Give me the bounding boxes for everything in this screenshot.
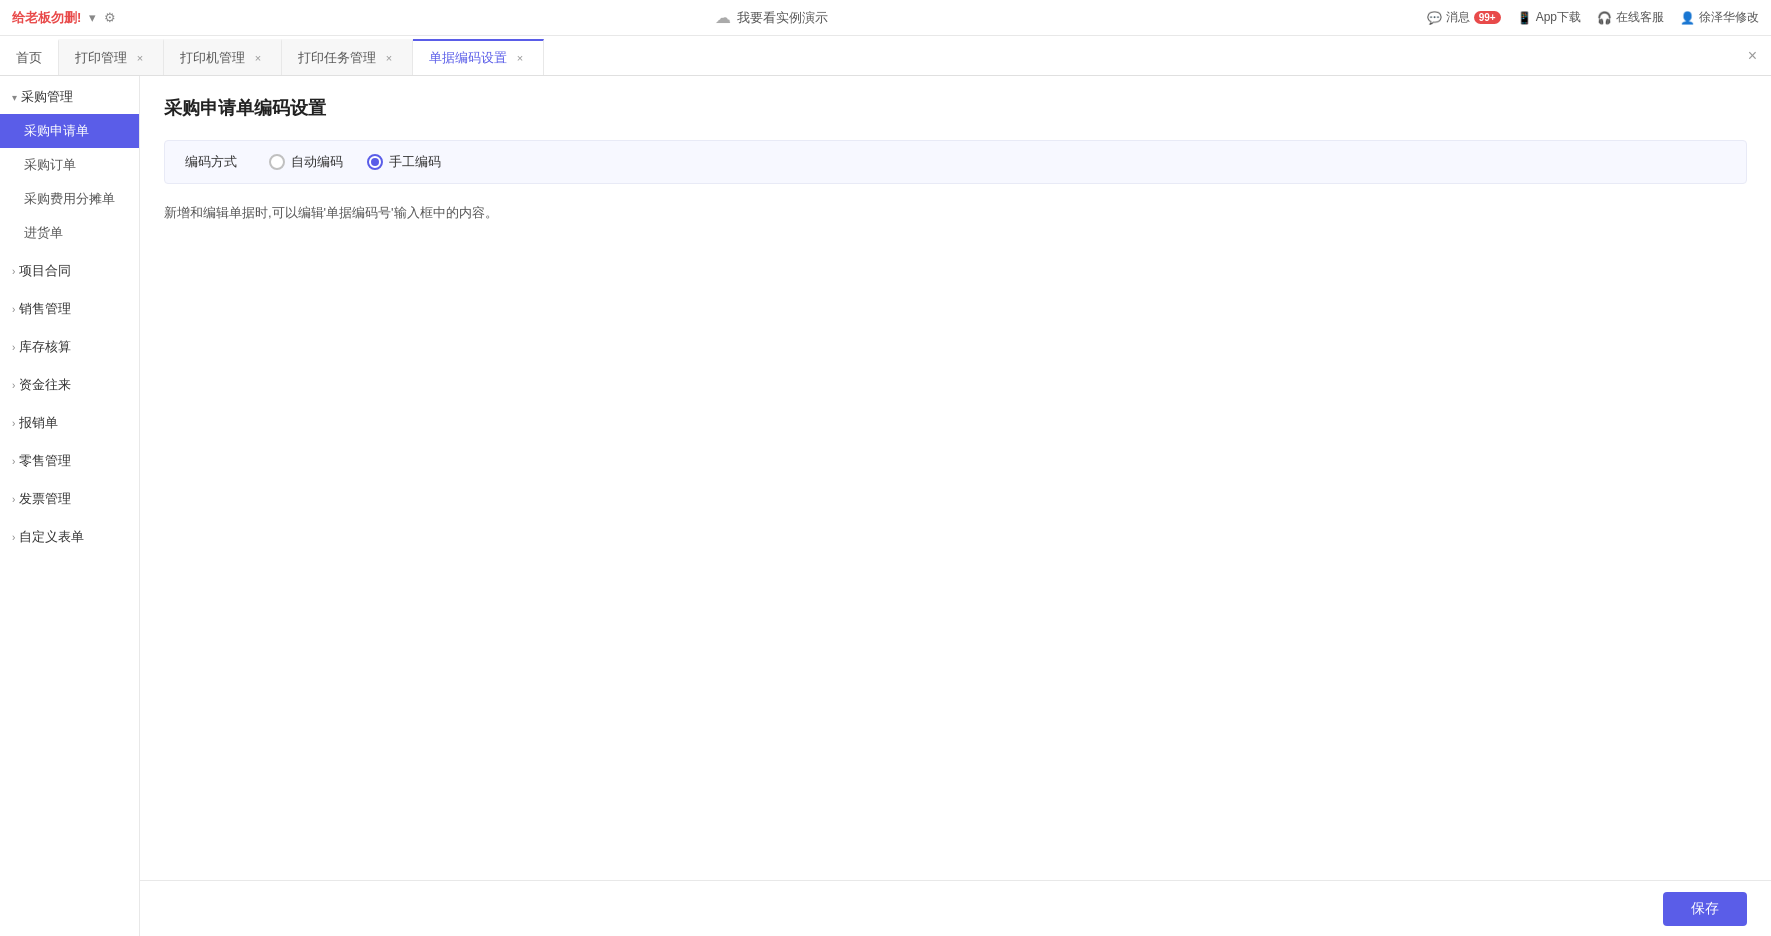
message-button[interactable]: 💬 消息 99+ bbox=[1427, 9, 1501, 26]
app-download-label: App下载 bbox=[1536, 9, 1581, 26]
sidebar-group-inventory-title[interactable]: › 库存核算 bbox=[0, 330, 139, 364]
tab-print-mgmt-label: 打印管理 bbox=[75, 49, 127, 67]
sidebar-group-sales-mgmt-label: 销售管理 bbox=[19, 300, 71, 318]
sidebar-item-purchase-order-label: 采购订单 bbox=[24, 157, 76, 172]
demo-text[interactable]: 我要看实例演示 bbox=[737, 9, 828, 27]
arrow-right-icon-3: › bbox=[12, 342, 15, 353]
arrow-right-icon-2: › bbox=[12, 304, 15, 315]
sidebar-group-custom-form-label: 自定义表单 bbox=[19, 528, 84, 546]
sidebar-item-purchase-order[interactable]: 采购订单 bbox=[0, 148, 139, 182]
sidebar-item-purchase-request[interactable]: 采购申请单 bbox=[0, 114, 139, 148]
save-button[interactable]: 保存 bbox=[1663, 892, 1747, 926]
sidebar-group-sales-mgmt: › 销售管理 bbox=[0, 292, 139, 326]
sidebar-group-custom-form-title[interactable]: › 自定义表单 bbox=[0, 520, 139, 554]
top-bar-center: ☁ 我要看实例演示 bbox=[715, 8, 828, 27]
tab-single-code-setting-label: 单据编码设置 bbox=[429, 49, 507, 67]
arrow-right-icon-4: › bbox=[12, 380, 15, 391]
user-profile-button[interactable]: 👤 徐泽华修改 bbox=[1680, 9, 1759, 26]
hint-text: 新增和编辑单据时,可以编辑'单据编码号'输入框中的内容。 bbox=[164, 204, 1747, 222]
dropdown-icon[interactable]: ▾ bbox=[89, 10, 96, 25]
sidebar-group-project-contract-title[interactable]: › 项目合同 bbox=[0, 254, 139, 288]
sidebar-item-purchase-request-label: 采购申请单 bbox=[24, 123, 89, 138]
app-icon: 📱 bbox=[1517, 11, 1532, 25]
message-label: 消息 bbox=[1446, 9, 1470, 26]
arrow-right-icon-7: › bbox=[12, 494, 15, 505]
gear-icon[interactable]: ⚙ bbox=[104, 10, 116, 25]
tab-print-mgmt-close[interactable]: × bbox=[133, 51, 147, 65]
arrow-right-icon-6: › bbox=[12, 456, 15, 467]
tab-print-task-mgmt-close[interactable]: × bbox=[382, 51, 396, 65]
logo-text: 给老板勿删! bbox=[12, 9, 81, 27]
tab-print-mgmt[interactable]: 打印管理 × bbox=[59, 39, 164, 75]
sidebar-group-custom-form: › 自定义表单 bbox=[0, 520, 139, 554]
online-service-label: 在线客服 bbox=[1616, 9, 1664, 26]
sidebar-item-purchase-expense[interactable]: 采购费用分摊单 bbox=[0, 182, 139, 216]
sidebar-group-purchase-label: 采购管理 bbox=[21, 88, 73, 106]
sidebar: ▾ 采购管理 采购申请单 采购订单 采购费用分摊单 进货单 › 项目合同 bbox=[0, 76, 140, 936]
top-bar-right: 💬 消息 99+ 📱 App下载 🎧 在线客服 👤 徐泽华修改 bbox=[1427, 9, 1759, 26]
global-close-button[interactable]: × bbox=[1734, 47, 1771, 65]
encoding-label: 编码方式 bbox=[185, 153, 245, 171]
content-footer: 保存 bbox=[140, 880, 1771, 936]
sidebar-item-stock-in[interactable]: 进货单 bbox=[0, 216, 139, 250]
tab-print-task-mgmt[interactable]: 打印任务管理 × bbox=[282, 39, 413, 75]
tab-printer-mgmt-close[interactable]: × bbox=[251, 51, 265, 65]
sidebar-group-purchase-title[interactable]: ▾ 采购管理 bbox=[0, 80, 139, 114]
tab-bar: 首页 打印管理 × 打印机管理 × 打印任务管理 × 单据编码设置 × × bbox=[0, 36, 1771, 76]
manual-code-radio[interactable] bbox=[367, 154, 383, 170]
sidebar-group-returns: › 报销单 bbox=[0, 406, 139, 440]
user-name: 徐泽华修改 bbox=[1699, 9, 1759, 26]
sidebar-group-inventory: › 库存核算 bbox=[0, 330, 139, 364]
auto-code-radio[interactable] bbox=[269, 154, 285, 170]
sidebar-group-project-contract-label: 项目合同 bbox=[19, 262, 71, 280]
tab-printer-mgmt[interactable]: 打印机管理 × bbox=[164, 39, 282, 75]
sidebar-group-returns-title[interactable]: › 报销单 bbox=[0, 406, 139, 440]
user-avatar-icon: 👤 bbox=[1680, 11, 1695, 25]
sidebar-group-inventory-label: 库存核算 bbox=[19, 338, 71, 356]
tab-home[interactable]: 首页 bbox=[0, 39, 59, 75]
online-service-button[interactable]: 🎧 在线客服 bbox=[1597, 9, 1664, 26]
sidebar-item-stock-in-label: 进货单 bbox=[24, 225, 63, 240]
message-badge: 99+ bbox=[1474, 11, 1501, 24]
sidebar-group-fund-flow: › 资金往来 bbox=[0, 368, 139, 402]
sidebar-group-retail-mgmt-title[interactable]: › 零售管理 bbox=[0, 444, 139, 478]
arrow-right-icon-1: › bbox=[12, 266, 15, 277]
sidebar-group-returns-label: 报销单 bbox=[19, 414, 58, 432]
sidebar-group-retail-mgmt-label: 零售管理 bbox=[19, 452, 71, 470]
sidebar-item-purchase-expense-label: 采购费用分摊单 bbox=[24, 191, 115, 206]
sidebar-group-fund-flow-label: 资金往来 bbox=[19, 376, 71, 394]
manual-code-option[interactable]: 手工编码 bbox=[367, 153, 441, 171]
content-area: 采购申请单编码设置 编码方式 自动编码 手工编码 新增和编辑单据时,可以编辑'单… bbox=[140, 76, 1771, 936]
sidebar-group-sales-mgmt-title[interactable]: › 销售管理 bbox=[0, 292, 139, 326]
content-inner: 采购申请单编码设置 编码方式 自动编码 手工编码 新增和编辑单据时,可以编辑'单… bbox=[140, 76, 1771, 880]
tab-single-code-setting-close[interactable]: × bbox=[513, 51, 527, 65]
top-bar-left: 给老板勿删! ▾ ⚙ bbox=[12, 9, 116, 27]
tab-home-label: 首页 bbox=[16, 49, 42, 67]
top-bar: 给老板勿删! ▾ ⚙ ☁ 我要看实例演示 💬 消息 99+ 📱 App下载 🎧 … bbox=[0, 0, 1771, 36]
headset-icon: 🎧 bbox=[1597, 11, 1612, 25]
sidebar-group-project-contract: › 项目合同 bbox=[0, 254, 139, 288]
tab-printer-mgmt-label: 打印机管理 bbox=[180, 49, 245, 67]
arrow-down-icon: ▾ bbox=[12, 92, 17, 103]
sidebar-group-purchase: ▾ 采购管理 采购申请单 采购订单 采购费用分摊单 进货单 bbox=[0, 80, 139, 250]
sidebar-group-invoice-mgmt-label: 发票管理 bbox=[19, 490, 71, 508]
main-layout: ▾ 采购管理 采购申请单 采购订单 采购费用分摊单 进货单 › 项目合同 bbox=[0, 76, 1771, 936]
sidebar-group-fund-flow-title[interactable]: › 资金往来 bbox=[0, 368, 139, 402]
encoding-row: 编码方式 自动编码 手工编码 bbox=[164, 140, 1747, 184]
auto-code-option[interactable]: 自动编码 bbox=[269, 153, 343, 171]
auto-code-label: 自动编码 bbox=[291, 153, 343, 171]
cloud-icon: ☁ bbox=[715, 8, 731, 27]
page-title: 采购申请单编码设置 bbox=[164, 96, 1747, 120]
app-download-button[interactable]: 📱 App下载 bbox=[1517, 9, 1581, 26]
arrow-right-icon-8: › bbox=[12, 532, 15, 543]
sidebar-group-retail-mgmt: › 零售管理 bbox=[0, 444, 139, 478]
message-icon: 💬 bbox=[1427, 11, 1442, 25]
tab-print-task-mgmt-label: 打印任务管理 bbox=[298, 49, 376, 67]
tab-single-code-setting[interactable]: 单据编码设置 × bbox=[413, 39, 544, 75]
sidebar-group-invoice-mgmt: › 发票管理 bbox=[0, 482, 139, 516]
manual-code-label: 手工编码 bbox=[389, 153, 441, 171]
arrow-right-icon-5: › bbox=[12, 418, 15, 429]
sidebar-group-invoice-mgmt-title[interactable]: › 发票管理 bbox=[0, 482, 139, 516]
